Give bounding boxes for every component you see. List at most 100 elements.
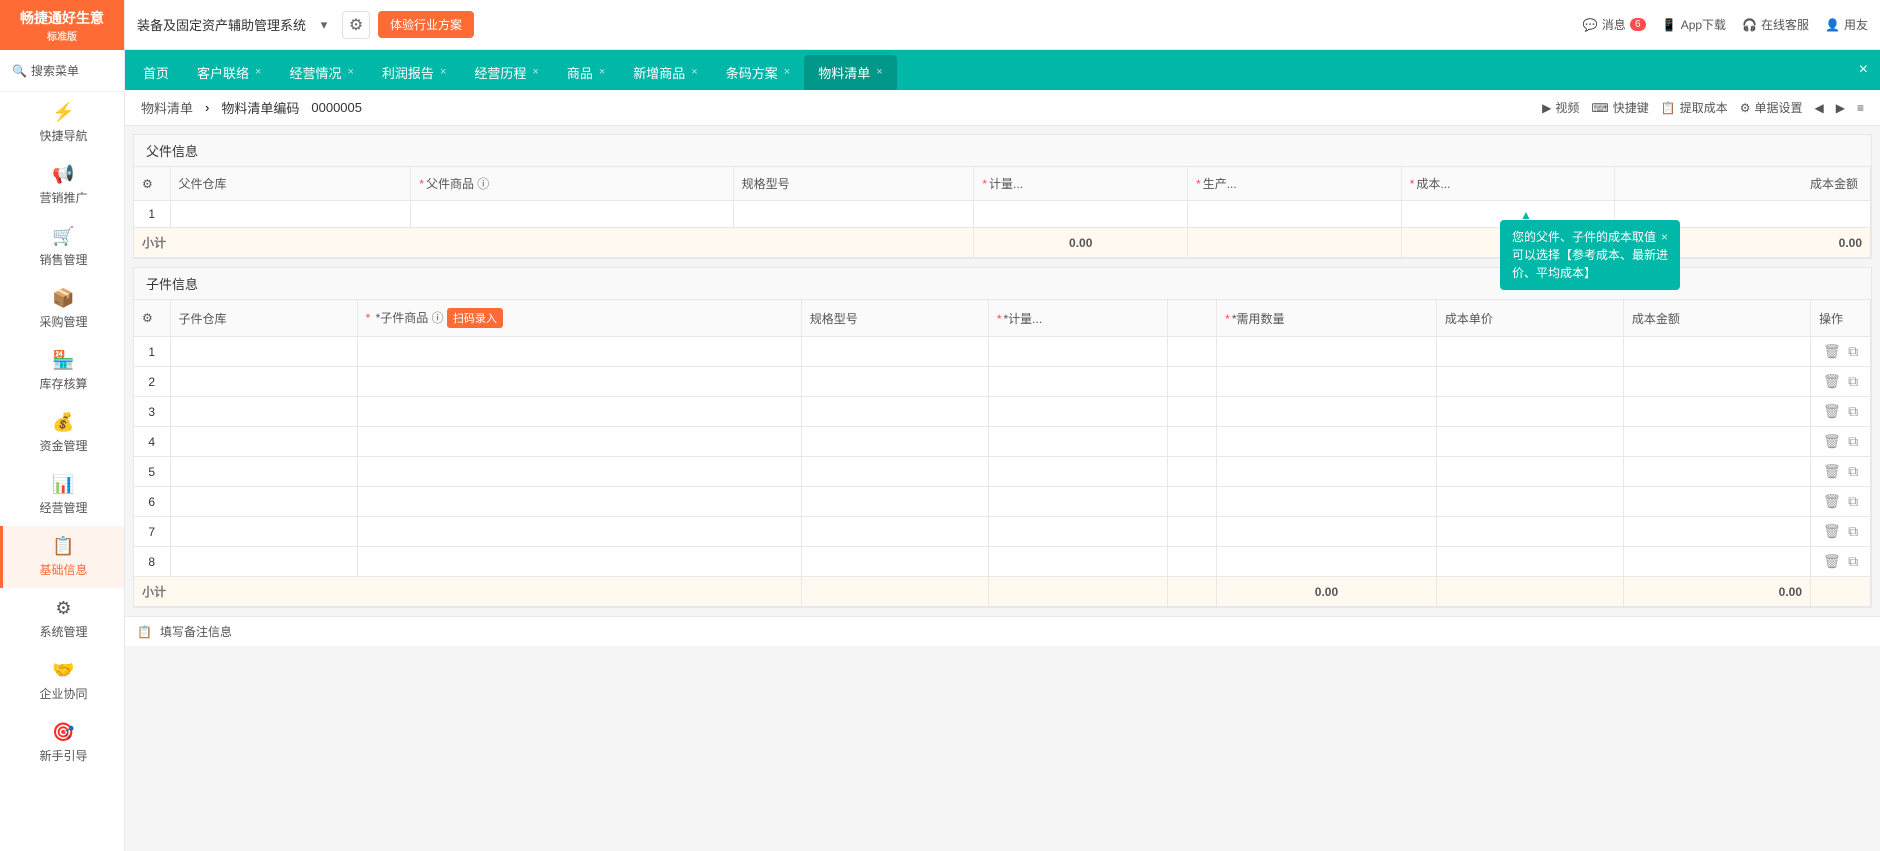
child-warehouse-cell-1[interactable]: [170, 367, 357, 397]
child-spec-cell-7[interactable]: [801, 547, 988, 577]
child-unit-cell-6[interactable]: [988, 517, 1167, 547]
child-spec-cell-1[interactable]: [801, 367, 988, 397]
child-product-cell-1[interactable]: [357, 367, 801, 397]
child-product-cell-0[interactable]: [357, 337, 801, 367]
tab-close-4[interactable]: ×: [532, 66, 538, 78]
parent-unit-cell[interactable]: [974, 201, 1188, 228]
bottom-label[interactable]: 填写备注信息: [160, 623, 232, 640]
child-warehouse-cell-5[interactable]: [170, 487, 357, 517]
system-dropdown-button[interactable]: ▾: [314, 15, 334, 35]
child-product-cell-5[interactable]: [357, 487, 801, 517]
child-unit-cell-5[interactable]: [988, 487, 1167, 517]
copy-row-button-4[interactable]: ⧉: [1848, 463, 1858, 479]
child-quantity-cell-3[interactable]: [1217, 427, 1437, 457]
child-warehouse-cell-0[interactable]: [170, 337, 357, 367]
child-quantity-cell-4[interactable]: [1217, 457, 1437, 487]
delete-row-button-7[interactable]: 🗑: [1823, 553, 1841, 569]
child-unit-cost-cell-3[interactable]: [1436, 427, 1623, 457]
child-spec-cell-3[interactable]: [801, 427, 988, 457]
nav-tab-8[interactable]: 物料清单×: [804, 55, 896, 90]
settings-gear-button[interactable]: ⚙: [342, 11, 370, 39]
child-unit-cost-cell-5[interactable]: [1436, 487, 1623, 517]
nav-next-button[interactable]: ▶: [1836, 101, 1845, 115]
single-settings-action[interactable]: ⚙ 单据设置: [1740, 99, 1803, 116]
nav-tab-3[interactable]: 利润报告×: [368, 55, 460, 90]
child-unit-cost-cell-6[interactable]: [1436, 517, 1623, 547]
child-spec-cell-2[interactable]: [801, 397, 988, 427]
delete-row-button-0[interactable]: 🗑: [1823, 343, 1841, 359]
child-unit-cost-cell-1[interactable]: [1436, 367, 1623, 397]
video-action[interactable]: ▶ 视频: [1542, 99, 1579, 116]
nav-tab-4[interactable]: 经营历程×: [460, 55, 552, 90]
child-quantity-cell-2[interactable]: [1217, 397, 1437, 427]
shortcut-action[interactable]: ⌨ 快捷键: [1591, 99, 1648, 116]
child-product-cell-2[interactable]: [357, 397, 801, 427]
app-download-button[interactable]: 📱 App下载: [1662, 16, 1726, 33]
tooltip-close-button[interactable]: ×: [1661, 228, 1668, 246]
tab-close-1[interactable]: ×: [255, 66, 261, 78]
trial-button[interactable]: 体验行业方案: [378, 11, 474, 38]
nav-tab-1[interactable]: 客户联络×: [183, 55, 275, 90]
tab-close-3[interactable]: ×: [440, 66, 446, 78]
list-view-button[interactable]: ≡: [1857, 101, 1864, 115]
child-product-cell-3[interactable]: [357, 427, 801, 457]
child-unit-cell-3[interactable]: [988, 427, 1167, 457]
tab-close-5[interactable]: ×: [599, 66, 605, 78]
child-product-cell-7[interactable]: [357, 547, 801, 577]
tab-close-7[interactable]: ×: [784, 66, 790, 78]
child-unit-cost-cell-7[interactable]: [1436, 547, 1623, 577]
sidebar-item-basic[interactable]: 📋基础信息: [0, 526, 124, 588]
sidebar-item-purchase[interactable]: 📦采购管理: [0, 278, 124, 340]
online-service-button[interactable]: 🎧 在线客服: [1742, 16, 1809, 33]
child-settings-icon[interactable]: ⚙: [142, 311, 153, 325]
sidebar-item-finance[interactable]: 💰资金管理: [0, 402, 124, 464]
child-warehouse-cell-6[interactable]: [170, 517, 357, 547]
child-quantity-cell-6[interactable]: [1217, 517, 1437, 547]
sidebar-item-marketing[interactable]: 📢营销推广: [0, 154, 124, 216]
settings-col-icon[interactable]: ⚙: [142, 177, 153, 191]
nav-tab-2[interactable]: 经营情况×: [275, 55, 367, 90]
scan-input-button[interactable]: 扫码录入: [447, 308, 503, 328]
copy-row-button-7[interactable]: ⧉: [1848, 553, 1858, 569]
delete-row-button-3[interactable]: 🗑: [1823, 433, 1841, 449]
sidebar-item-operation[interactable]: 📊经营管理: [0, 464, 124, 526]
sidebar-item-inventory[interactable]: 🏪库存核算: [0, 340, 124, 402]
tab-close-6[interactable]: ×: [691, 66, 697, 78]
message-button[interactable]: 💬 消息 6: [1583, 16, 1646, 33]
sidebar-item-sales[interactable]: 🛒销售管理: [0, 216, 124, 278]
sidebar-item-quicknav[interactable]: ⚡快捷导航: [0, 92, 124, 154]
child-unit-cell-2[interactable]: [988, 397, 1167, 427]
sidebar-item-guide[interactable]: 🎯新手引导: [0, 712, 124, 774]
copy-row-button-1[interactable]: ⧉: [1848, 373, 1858, 389]
nav-tab-5[interactable]: 商品×: [553, 55, 619, 90]
child-unit-cell-7[interactable]: [988, 547, 1167, 577]
tab-close-8[interactable]: ×: [876, 66, 882, 78]
nav-tab-0[interactable]: 首页: [129, 55, 183, 90]
child-spec-cell-6[interactable]: [801, 517, 988, 547]
nav-tab-6[interactable]: 新增商品×: [619, 55, 711, 90]
child-unit-cell-1[interactable]: [988, 367, 1167, 397]
parent-produce-cell[interactable]: [1188, 201, 1402, 228]
breadcrumb-item-1[interactable]: 物料清单: [141, 98, 193, 117]
sidebar-item-system[interactable]: ⚙系统管理: [0, 588, 124, 650]
delete-row-button-5[interactable]: 🗑: [1823, 493, 1841, 509]
child-quantity-cell-1[interactable]: [1217, 367, 1437, 397]
child-warehouse-cell-4[interactable]: [170, 457, 357, 487]
parent-spec-cell[interactable]: [733, 201, 974, 228]
copy-row-button-5[interactable]: ⧉: [1848, 493, 1858, 509]
child-spec-cell-4[interactable]: [801, 457, 988, 487]
extract-cost-action[interactable]: 📋 提取成本: [1661, 99, 1728, 116]
tab-close-2[interactable]: ×: [347, 66, 353, 78]
copy-row-button-2[interactable]: ⧉: [1848, 403, 1858, 419]
copy-row-button-3[interactable]: ⧉: [1848, 433, 1858, 449]
child-unit-cost-cell-2[interactable]: [1436, 397, 1623, 427]
delete-row-button-6[interactable]: 🗑: [1823, 523, 1841, 539]
copy-row-button-0[interactable]: ⧉: [1848, 343, 1858, 359]
nav-tab-7[interactable]: 条码方案×: [712, 55, 804, 90]
delete-row-button-1[interactable]: 🗑: [1823, 373, 1841, 389]
child-spec-cell-0[interactable]: [801, 337, 988, 367]
nav-prev-button[interactable]: ◀: [1815, 101, 1824, 115]
delete-row-button-4[interactable]: 🗑: [1823, 463, 1841, 479]
copy-row-button-6[interactable]: ⧉: [1848, 523, 1858, 539]
child-product-cell-4[interactable]: [357, 457, 801, 487]
